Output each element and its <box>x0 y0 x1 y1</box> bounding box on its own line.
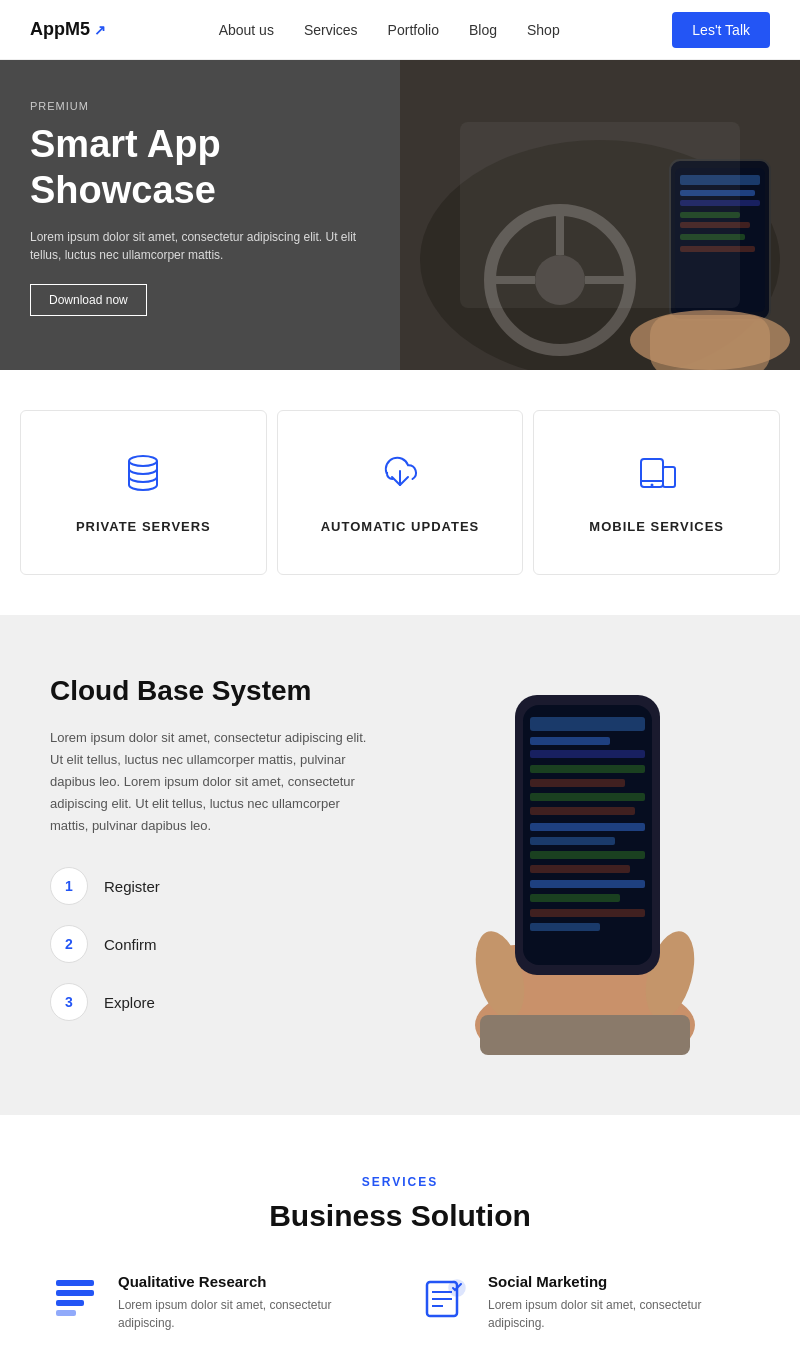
devices-icon <box>635 451 679 501</box>
cloud-download-icon <box>378 451 422 501</box>
services-title: Business Solution <box>30 1199 770 1233</box>
qualitative-research-title: Qualitative Research <box>118 1273 380 1290</box>
feature-mobile-services-label: MOBILE SERVICES <box>589 519 724 534</box>
services-section: SERVICES Business Solution Qualitative R… <box>0 1115 800 1350</box>
svg-rect-38 <box>530 837 615 845</box>
service-qualitative-research: Qualitative Research Lorem ipsum dolor s… <box>50 1273 380 1332</box>
step-3-number: 3 <box>50 983 88 1021</box>
feature-automatic-updates: AUTOMATIC UPDATES <box>277 410 524 575</box>
feature-automatic-updates-label: AUTOMATIC UPDATES <box>321 519 480 534</box>
hero-image-svg <box>400 60 800 370</box>
nav-link-blog[interactable]: Blog <box>469 22 497 38</box>
hero-description: Lorem ipsum dolor sit amet, consectetur … <box>30 228 370 264</box>
svg-rect-37 <box>530 823 645 831</box>
svg-rect-41 <box>530 880 645 888</box>
phone-in-hands-container <box>440 675 730 1055</box>
svg-point-18 <box>129 456 157 466</box>
svg-rect-39 <box>530 851 645 859</box>
svg-rect-15 <box>680 246 755 252</box>
cloud-right-image <box>420 675 750 1055</box>
svg-rect-9 <box>680 175 760 185</box>
feature-private-servers: PRIVATE SERVERS <box>20 410 267 575</box>
svg-rect-8 <box>675 168 765 312</box>
step-2-label: Confirm <box>104 936 157 953</box>
social-marketing-text: Social Marketing Lorem ipsum dolor sit a… <box>488 1273 750 1332</box>
cta-button[interactable]: Les't Talk <box>672 12 770 48</box>
service-social-marketing: Social Marketing Lorem ipsum dolor sit a… <box>420 1273 750 1332</box>
svg-rect-13 <box>680 222 750 228</box>
phone-hands-svg <box>440 675 730 1055</box>
feature-private-servers-label: PRIVATE SERVERS <box>76 519 211 534</box>
svg-rect-34 <box>530 779 625 787</box>
step-2: 2 Confirm <box>50 925 380 963</box>
svg-rect-14 <box>680 234 745 240</box>
cloud-left-content: Cloud Base System Lorem ipsum dolor sit … <box>50 675 380 1021</box>
nav-link-shop[interactable]: Shop <box>527 22 560 38</box>
feature-mobile-services: MOBILE SERVICES <box>533 410 780 575</box>
svg-rect-47 <box>56 1290 94 1296</box>
step-2-number: 2 <box>50 925 88 963</box>
svg-rect-42 <box>530 894 620 902</box>
svg-rect-46 <box>56 1280 94 1286</box>
svg-point-3 <box>535 255 585 305</box>
download-button[interactable]: Download now <box>30 284 147 316</box>
steps-list: 1 Register 2 Confirm 3 Explore <box>50 867 380 1021</box>
nav-link-services[interactable]: Services <box>304 22 358 38</box>
svg-rect-20 <box>641 459 663 487</box>
social-marketing-title: Social Marketing <box>488 1273 750 1290</box>
brand-name: AppM5 <box>30 19 90 40</box>
svg-rect-31 <box>530 737 610 745</box>
svg-rect-40 <box>530 865 630 873</box>
step-1: 1 Register <box>50 867 380 905</box>
cloud-title: Cloud Base System <box>50 675 380 707</box>
svg-rect-48 <box>56 1300 84 1306</box>
hero-image <box>400 60 800 370</box>
qualitative-research-icon <box>50 1273 102 1325</box>
social-marketing-desc: Lorem ipsum dolor sit amet, consectetur … <box>488 1296 750 1332</box>
nav-links: About us Services Portfolio Blog Shop <box>219 21 560 39</box>
svg-rect-10 <box>680 190 755 196</box>
hero-section: PREMIUM Smart App Showcase Lorem ipsum d… <box>0 60 800 370</box>
cloud-section: Cloud Base System Lorem ipsum dolor sit … <box>0 615 800 1115</box>
hero-image-placeholder <box>400 60 800 370</box>
svg-rect-43 <box>530 909 645 917</box>
qualitative-research-desc: Lorem ipsum dolor sit amet, consectetur … <box>118 1296 380 1332</box>
step-1-number: 1 <box>50 867 88 905</box>
nav-link-about[interactable]: About us <box>219 22 274 38</box>
hero-text-area: PREMIUM Smart App Showcase Lorem ipsum d… <box>0 60 400 370</box>
svg-rect-32 <box>530 750 645 758</box>
navbar: AppM5 ↗ About us Services Portfolio Blog… <box>0 0 800 60</box>
nav-link-portfolio[interactable]: Portfolio <box>388 22 439 38</box>
cloud-description: Lorem ipsum dolor sit amet, consectetur … <box>50 727 380 837</box>
svg-rect-44 <box>530 923 600 931</box>
svg-rect-11 <box>680 200 760 206</box>
svg-rect-49 <box>56 1310 76 1316</box>
svg-rect-45 <box>480 1015 690 1055</box>
services-section-label: SERVICES <box>30 1175 770 1189</box>
brand-arrow-icon: ↗ <box>94 22 106 38</box>
features-section: PRIVATE SERVERS AUTOMATIC UPDATES MOBILE… <box>0 370 800 615</box>
svg-rect-35 <box>530 793 645 801</box>
svg-rect-21 <box>663 467 675 487</box>
database-icon <box>121 451 165 501</box>
hero-premium-label: PREMIUM <box>30 100 370 112</box>
step-3: 3 Explore <box>50 983 380 1021</box>
services-grid: Qualitative Research Lorem ipsum dolor s… <box>30 1273 770 1332</box>
step-1-label: Register <box>104 878 160 895</box>
svg-rect-17 <box>650 315 770 370</box>
svg-rect-33 <box>530 765 645 773</box>
brand-logo[interactable]: AppM5 ↗ <box>30 19 106 40</box>
hero-title: Smart App Showcase <box>30 122 370 213</box>
svg-point-23 <box>650 484 653 487</box>
step-3-label: Explore <box>104 994 155 1011</box>
svg-rect-36 <box>530 807 635 815</box>
svg-rect-30 <box>530 717 645 731</box>
svg-rect-12 <box>680 212 740 218</box>
social-marketing-icon <box>420 1273 472 1325</box>
qualitative-research-text: Qualitative Research Lorem ipsum dolor s… <box>118 1273 380 1332</box>
